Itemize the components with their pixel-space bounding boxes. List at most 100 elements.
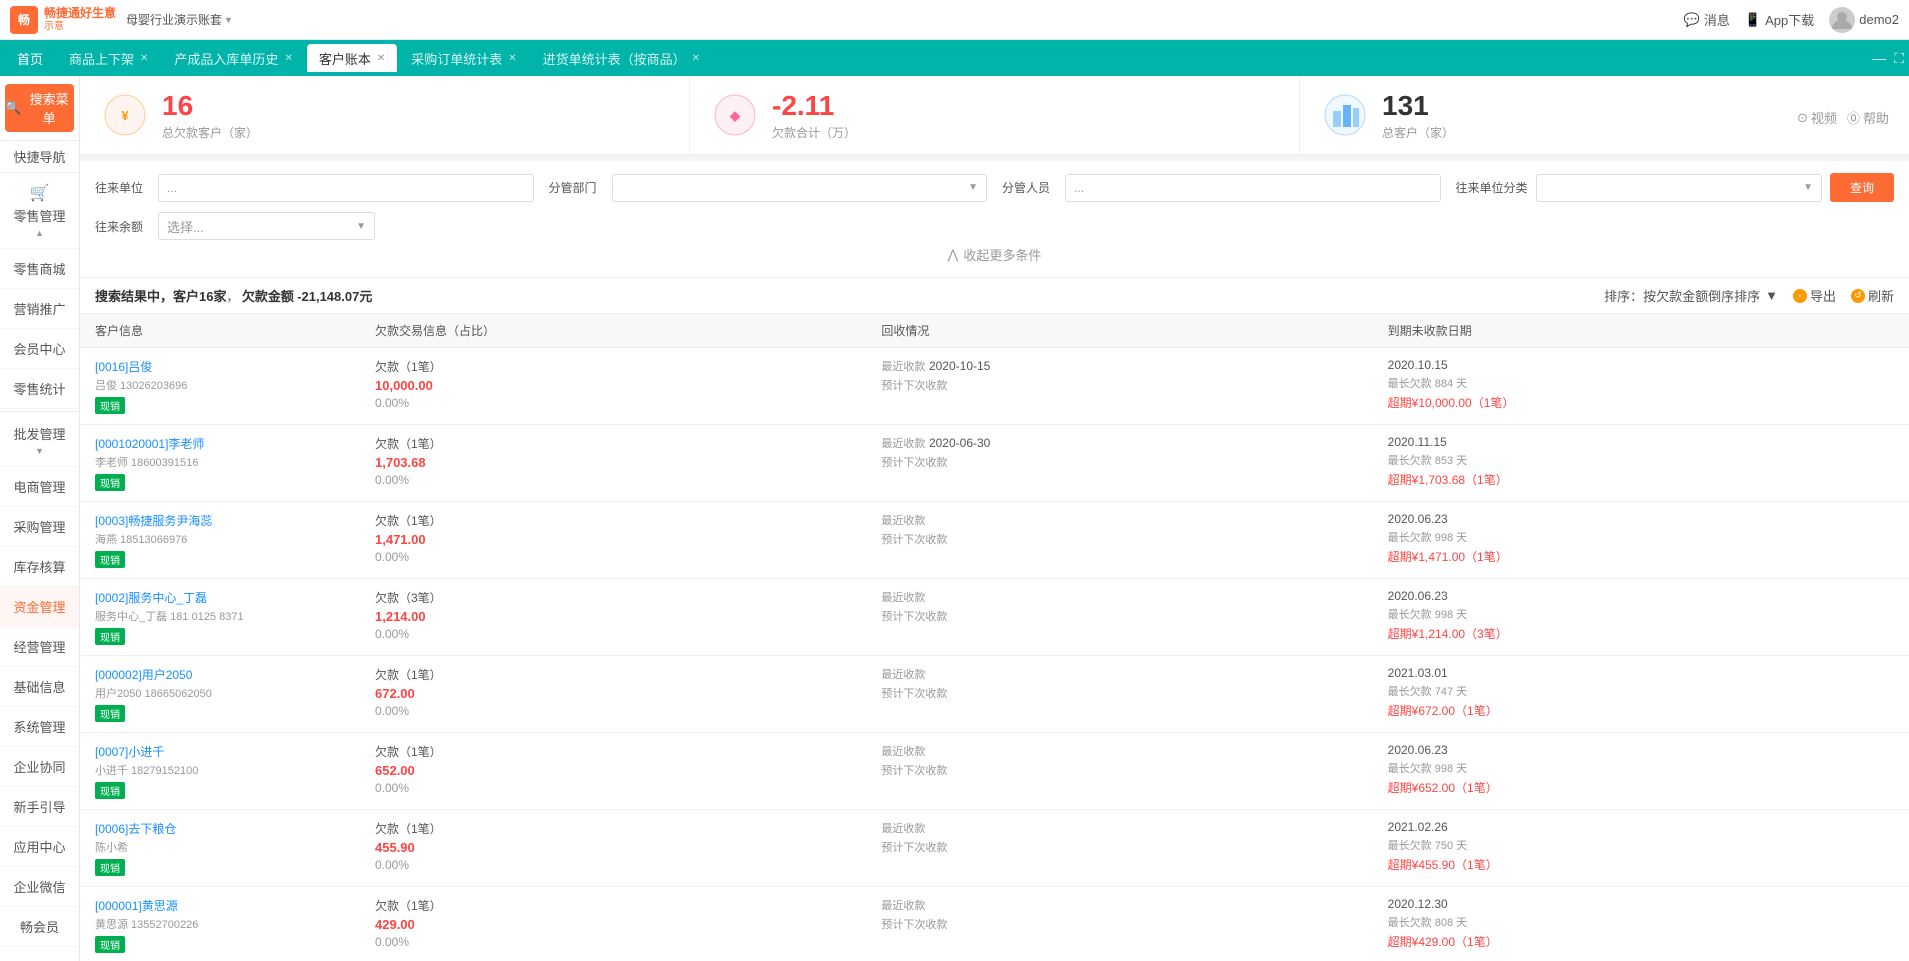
- customer-name-3[interactable]: [0002]服务中心_丁磊: [95, 589, 375, 606]
- app-download-btn[interactable]: 📱 App下载: [1745, 10, 1814, 29]
- tab-minimize-btn[interactable]: —: [1872, 50, 1886, 66]
- customer-name-1[interactable]: [0001020001]李老师: [95, 435, 375, 452]
- sidebar-item-finance[interactable]: 资金管理: [0, 587, 79, 627]
- tab-home[interactable]: 首页: [5, 44, 55, 72]
- collapse-btn[interactable]: ⋀ 收起更多条件: [95, 240, 1894, 269]
- enterprise-label: 企业协同: [13, 757, 65, 776]
- tab-products-close[interactable]: ✕: [140, 53, 148, 64]
- search-menu-btn[interactable]: 🔍 搜索菜单: [5, 84, 74, 132]
- export-btn[interactable]: ↑ 导出: [1793, 286, 1836, 305]
- message-icon: 💬: [1684, 12, 1700, 28]
- from-unit-label: 往来单位: [95, 179, 150, 196]
- dept-select[interactable]: ▼: [612, 174, 988, 202]
- customer-name-6[interactable]: [0006]去下粮仓: [95, 820, 375, 837]
- overdue-link-5[interactable]: 超期¥652.00（1笔）: [1388, 779, 1894, 796]
- overdue-info-7: 2020.12.30 最长欠款 808 天 超期¥429.00（1笔）: [1388, 897, 1894, 950]
- sidebar-item-app-center[interactable]: 应用中心: [0, 827, 79, 867]
- balance-select[interactable]: 选择... ▼: [158, 212, 375, 240]
- customer-tag-6: 现销: [95, 859, 125, 876]
- sidebar-item-enterprise[interactable]: 企业协同: [0, 747, 79, 787]
- sidebar-item-batch-mgmt[interactable]: 批发管理 ▼: [0, 414, 79, 467]
- tab-customer-close[interactable]: ✕: [377, 53, 385, 64]
- debt-amount-4[interactable]: 672.00: [375, 686, 881, 701]
- debt-amount-2[interactable]: 1,471.00: [375, 532, 881, 547]
- sidebar-item-retail-stats[interactable]: 零售统计: [0, 369, 79, 409]
- sidebar-item-retail-mall[interactable]: 零售商城: [0, 249, 79, 289]
- debt-amount-0[interactable]: 10,000.00: [375, 378, 881, 393]
- tab-home-label: 首页: [17, 49, 43, 68]
- overdue-link-2[interactable]: 超期¥1,471.00（1笔）: [1388, 548, 1894, 565]
- customer-phone-3: 服务中心_丁磊 181 0125 8371: [95, 608, 375, 624]
- overdue-info-1: 2020.11.15 最长欠款 853 天 超期¥1,703.68（1笔）: [1388, 435, 1894, 488]
- quick-nav-label: 快捷导航: [13, 150, 65, 165]
- sidebar-item-newbie[interactable]: 新手引导: [0, 787, 79, 827]
- overdue-link-4[interactable]: 超期¥672.00（1笔）: [1388, 702, 1894, 719]
- query-btn[interactable]: 查询: [1830, 173, 1894, 202]
- tab-production-close[interactable]: ✕: [284, 53, 292, 64]
- company-selector[interactable]: 母婴行业演示账套: [126, 11, 233, 28]
- sidebar-item-inventory[interactable]: 库存核算: [0, 547, 79, 587]
- filter-from-unit: 往来单位 ...: [95, 174, 534, 202]
- sidebar-item-retail-mgmt[interactable]: 🛒 零售管理 ▲: [0, 173, 79, 249]
- sidebar-item-ops-mgmt[interactable]: 经营管理: [0, 627, 79, 667]
- tab-production[interactable]: 产成品入库单历史 ✕: [162, 44, 304, 72]
- sidebar-item-enterprise-wx[interactable]: 企业微信: [0, 867, 79, 907]
- message-btn[interactable]: 💬 消息: [1684, 10, 1730, 29]
- tab-purchase-close[interactable]: ✕: [508, 53, 516, 64]
- view-video-btn[interactable]: ⊙ 视频: [1797, 108, 1837, 127]
- tab-customer-label: 客户账本: [319, 49, 371, 68]
- person-input[interactable]: ...: [1065, 174, 1441, 202]
- user-area[interactable]: demo2: [1829, 7, 1899, 33]
- tab-products-label: 商品上下架: [69, 49, 134, 68]
- sidebar-quick-nav[interactable]: 快捷导航: [0, 141, 79, 173]
- due-date-4: 2021.03.01: [1388, 666, 1894, 680]
- customer-info-0: [0016]吕俊 吕俊 13026203696 现销: [95, 358, 375, 414]
- customer-phone-7: 黄思源 13552700226: [95, 916, 375, 932]
- sidebar-item-ecom-mgmt[interactable]: 电商管理: [0, 467, 79, 507]
- overdue-link-0[interactable]: 超期¥10,000.00（1笔）: [1388, 394, 1894, 411]
- debt-label-2: 欠款（1笔）: [375, 512, 881, 529]
- basic-info-label: 基础信息: [13, 677, 65, 696]
- customer-name-5[interactable]: [0007]小进千: [95, 743, 375, 760]
- tab-incoming-label: 进货单统计表（按商品）: [543, 49, 686, 68]
- sidebar-item-system[interactable]: 系统管理: [0, 707, 79, 747]
- from-unit-input[interactable]: ...: [158, 174, 534, 202]
- tab-customer[interactable]: 客户账本 ✕: [307, 44, 397, 72]
- debt-amount-1[interactable]: 1,703.68: [375, 455, 881, 470]
- sidebar-item-vip[interactable]: 畅会员: [0, 907, 79, 947]
- tab-bar: 首页 商品上下架 ✕ 产成品入库单历史 ✕ 客户账本 ✕ 采购订单统计表 ✕ 进…: [0, 40, 1909, 76]
- debt-amount-6[interactable]: 455.90: [375, 840, 881, 855]
- table-row: [0007]小进千 小进千 18279152100 现销 欠款（1笔） 652.…: [80, 733, 1909, 810]
- next-collection-2: 预计下次收款: [881, 531, 1387, 547]
- customer-name-0[interactable]: [0016]吕俊: [95, 358, 375, 375]
- unit-category-select[interactable]: ▼: [1536, 174, 1822, 202]
- tab-incoming-close[interactable]: ✕: [692, 53, 700, 64]
- customer-name-4[interactable]: [000002]用户2050: [95, 666, 375, 683]
- customer-tag-7: 现销: [95, 936, 125, 953]
- debt-amount-3[interactable]: 1,214.00: [375, 609, 881, 624]
- overdue-link-6[interactable]: 超期¥455.90（1笔）: [1388, 856, 1894, 873]
- debt-amount-5[interactable]: 652.00: [375, 763, 881, 778]
- tab-products[interactable]: 商品上下架 ✕: [57, 44, 160, 72]
- overdue-link-7[interactable]: 超期¥429.00（1笔）: [1388, 933, 1894, 950]
- sort-selector[interactable]: 排序：按欠款金额倒序排序 ▼: [1604, 286, 1778, 305]
- collection-info-2: 最近收款 预计下次收款: [881, 512, 1387, 547]
- overdue-days-1: 最长欠款 853 天: [1388, 452, 1894, 468]
- debt-amount-7[interactable]: 429.00: [375, 917, 881, 932]
- customer-name-2[interactable]: [0003]畅捷服务尹海蕊: [95, 512, 375, 529]
- refresh-icon: ↺: [1851, 289, 1865, 303]
- help-btn[interactable]: ⓪ 帮助: [1847, 108, 1889, 127]
- sidebar-item-basic-info[interactable]: 基础信息: [0, 667, 79, 707]
- table-row: [0003]畅捷服务尹海蕊 海燕 18513066976 现销 欠款（1笔） 1…: [80, 502, 1909, 579]
- tab-purchase[interactable]: 采购订单统计表 ✕: [399, 44, 528, 72]
- overdue-link-3[interactable]: 超期¥1,214.00（3笔）: [1388, 625, 1894, 642]
- customer-name-7[interactable]: [000001]黄思源: [95, 897, 375, 914]
- sidebar-item-members[interactable]: 会员中心: [0, 329, 79, 369]
- message-label: 消息: [1704, 10, 1730, 29]
- overdue-link-1[interactable]: 超期¥1,703.68（1笔）: [1388, 471, 1894, 488]
- tab-incoming[interactable]: 进货单统计表（按商品） ✕: [531, 44, 712, 72]
- sidebar-item-purchase-mgmt[interactable]: 采购管理: [0, 507, 79, 547]
- tab-maximize-btn[interactable]: ⛶: [1894, 50, 1904, 67]
- refresh-btn[interactable]: ↺ 刷新: [1851, 286, 1894, 305]
- sidebar-item-marketing[interactable]: 营销推广: [0, 289, 79, 329]
